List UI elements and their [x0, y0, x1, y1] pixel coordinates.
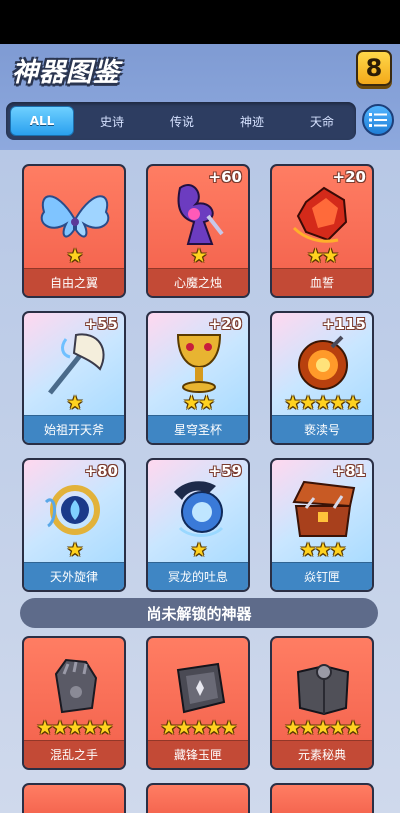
blood-gem-icon	[292, 186, 348, 243]
artifact-card[interactable]: +80 ★ 天外旋律	[22, 458, 126, 592]
jade-box-icon	[176, 662, 226, 714]
artifact-card[interactable]: +55 ★ 始祖开天斧	[22, 311, 126, 445]
star-rating: ★★★	[299, 539, 346, 561]
chalice-icon	[176, 334, 222, 393]
artifact-name: 心魔之烛	[148, 268, 248, 296]
artifact-card[interactable]: +20 ★★ 星穹圣杯	[146, 311, 250, 445]
artifact-name: 元素秘典	[272, 740, 372, 768]
locked-artifact-card[interactable]: ★★★★★ 藏锋玉匣	[146, 636, 250, 770]
artifact-name: 始祖开天斧	[24, 415, 124, 443]
power-bonus: +55	[84, 315, 118, 333]
tab-legend[interactable]: 传说	[150, 106, 214, 136]
tab-all[interactable]: ALL	[10, 106, 74, 136]
fire-orb-icon	[298, 335, 348, 390]
chest-icon	[292, 480, 356, 537]
dragon-orb-icon	[174, 481, 224, 537]
artifact-name: 天外旋律	[24, 562, 124, 590]
star-rating: ★★	[306, 245, 339, 267]
artifact-card[interactable]: +81 ★★★ 焱钉匣	[270, 458, 374, 592]
list-view-button[interactable]	[362, 104, 394, 136]
rarity-tabs: ALL 史诗 传说 神迹 天命	[6, 102, 356, 140]
artifact-name: 血誓	[272, 268, 372, 296]
artifact-card[interactable]: +59 ★ 冥龙的吐息	[146, 458, 250, 592]
star-rating: ★	[66, 392, 83, 414]
artifact-card[interactable]: +115 ★★★★★ 亵渎号	[270, 311, 374, 445]
tome-icon	[296, 664, 350, 716]
artifact-name: 自由之翼	[24, 268, 124, 296]
locked-artifact-card[interactable]	[22, 783, 126, 813]
dark-candle-icon	[177, 184, 224, 245]
tab-destiny[interactable]: 天命	[290, 106, 354, 136]
artifact-name: 混乱之手	[24, 740, 124, 768]
locked-section-header: 尚未解锁的神器	[20, 598, 378, 628]
artifact-card[interactable]: +60 ★ 心魔之烛	[146, 164, 250, 298]
star-rating: ★	[66, 539, 83, 561]
artifact-card[interactable]: +20 ★★ 血誓	[270, 164, 374, 298]
power-bonus: +115	[322, 315, 366, 333]
star-rating: ★★	[182, 392, 215, 414]
artifact-name: 星穹圣杯	[148, 415, 248, 443]
locked-artifact-card[interactable]: ★★★★★ 元素秘典	[270, 636, 374, 770]
list-icon	[369, 113, 387, 127]
star-rating: ★★★★★	[284, 717, 361, 739]
artifact-name: 藏锋玉匣	[148, 740, 248, 768]
artifact-name: 冥龙的吐息	[148, 562, 248, 590]
header: 神器图鉴 8	[0, 44, 400, 96]
page-title: 神器图鉴	[12, 58, 121, 88]
star-rating: ★	[190, 539, 207, 561]
star-rating: ★	[66, 245, 83, 267]
star-rating: ★★★★★	[284, 392, 361, 414]
locked-artifact-card[interactable]	[270, 783, 374, 813]
wings-icon	[40, 195, 110, 238]
power-bonus: +20	[332, 168, 366, 186]
axe-icon	[48, 333, 105, 395]
power-bonus: +80	[84, 462, 118, 480]
power-bonus: +59	[208, 462, 242, 480]
status-bar	[0, 0, 400, 44]
artifact-codex-screen: 神器图鉴 8 ALL 史诗 传说 神迹 天命 ★ 自由之翼 +60 ★ 心魔之烛…	[0, 44, 400, 813]
locked-artifact-card[interactable]: ★★★★★ 混乱之手	[22, 636, 126, 770]
locked-artifact-card[interactable]	[146, 783, 250, 813]
power-bonus: +20	[208, 315, 242, 333]
star-rating: ★★★★★	[36, 717, 113, 739]
lyre-icon	[44, 485, 100, 535]
star-rating: ★★★★★	[160, 717, 237, 739]
tab-miracle[interactable]: 神迹	[220, 106, 284, 136]
artifact-name: 亵渎号	[272, 415, 372, 443]
power-bonus: +81	[332, 462, 366, 480]
help-button-label: 8	[365, 54, 383, 82]
star-rating: ★	[190, 245, 207, 267]
help-button[interactable]: 8	[356, 50, 392, 86]
artifact-name: 焱钉匣	[272, 562, 372, 590]
tab-epic[interactable]: 史诗	[80, 106, 144, 136]
gauntlet-icon	[54, 658, 98, 714]
power-bonus: +60	[208, 168, 242, 186]
artifact-card[interactable]: ★ 自由之翼	[22, 164, 126, 298]
